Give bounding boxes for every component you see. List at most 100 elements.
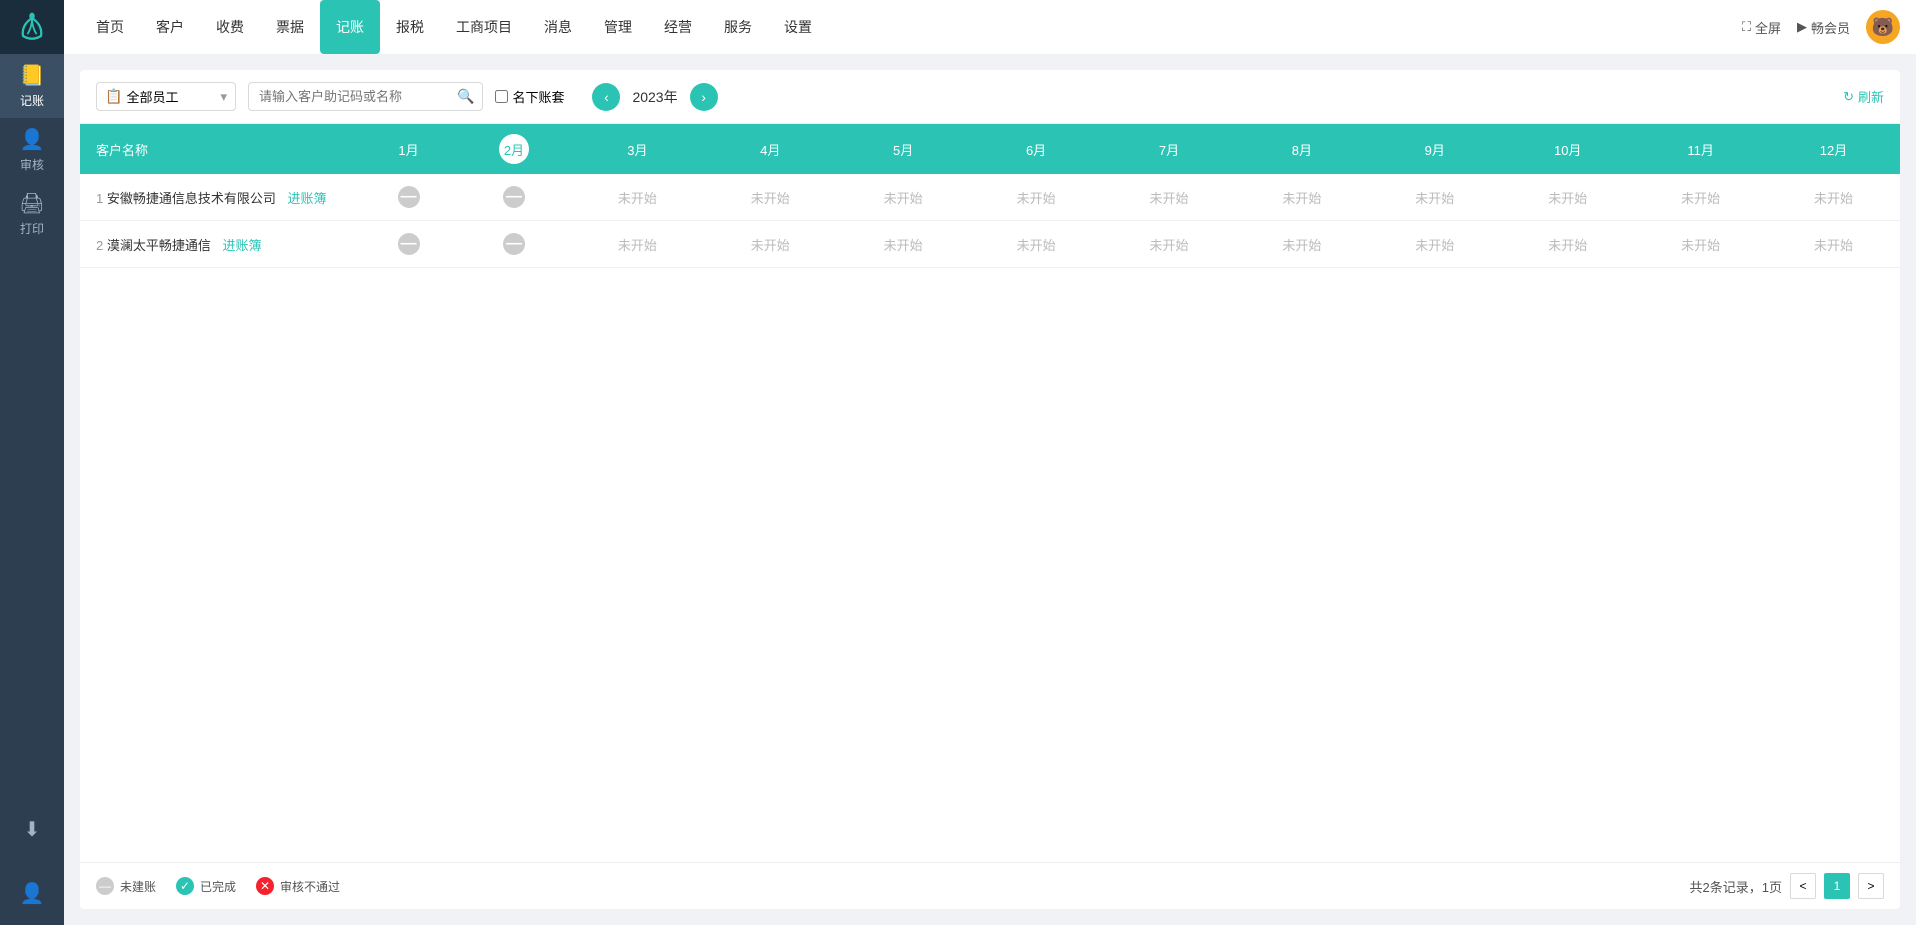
enter-ledger-link[interactable]: 进账簿 bbox=[223, 238, 262, 253]
month-cell-4: 未开始 bbox=[704, 221, 837, 268]
header-month-10: 10月 bbox=[1501, 124, 1634, 174]
year-nav: ‹ 2023年 › bbox=[592, 83, 717, 111]
month-cell-11: 未开始 bbox=[1634, 174, 1767, 221]
print-icon: 🖨 bbox=[19, 191, 44, 216]
employee-select[interactable]: 📋 全部员工 ▾ bbox=[96, 82, 236, 111]
completed-label: 已完成 bbox=[200, 878, 236, 895]
header-month-12: 12月 bbox=[1767, 124, 1900, 174]
header-customer: 客户名称 bbox=[80, 124, 360, 174]
sidebar-item-bookkeeping[interactable]: 📒 记账 bbox=[0, 54, 64, 118]
not-started-status: 未开始 bbox=[1548, 191, 1587, 206]
month-cell-9: 未开始 bbox=[1368, 174, 1501, 221]
prev-page-btn[interactable]: < bbox=[1790, 873, 1816, 899]
fullscreen-btn[interactable]: ⛶ 全屏 bbox=[1742, 18, 1781, 37]
avatar[interactable]: 🐻 bbox=[1866, 10, 1900, 44]
legend-not-built: — 未建账 bbox=[96, 877, 156, 895]
header-month-6: 6月 bbox=[970, 124, 1103, 174]
refresh-button[interactable]: ↻ 刷新 bbox=[1843, 87, 1884, 106]
header-month-8: 8月 bbox=[1235, 124, 1368, 174]
not-built-status: — bbox=[503, 233, 525, 255]
account-checkbox[interactable] bbox=[495, 90, 508, 103]
nav-bookkeeping[interactable]: 记账 bbox=[320, 0, 380, 54]
month-cell-4: 未开始 bbox=[704, 174, 837, 221]
download-icon: ⬇ bbox=[24, 817, 41, 842]
topnav-items: 首页 客户 收费 票据 记账 报税 工商项目 消息 管理 经营 服务 设置 bbox=[80, 0, 1742, 54]
bookkeeping-icon: 📒 bbox=[20, 63, 45, 88]
rejected-icon: ✕ bbox=[256, 877, 274, 895]
nav-collection[interactable]: 收费 bbox=[200, 0, 260, 54]
month-cell-3: 未开始 bbox=[571, 174, 704, 221]
month-cell-5: 未开始 bbox=[837, 221, 970, 268]
month-cell-12: 未开始 bbox=[1767, 221, 1900, 268]
account-checkbox-wrapper[interactable]: 名下账套 bbox=[495, 87, 564, 106]
legend-completed: ✓ 已完成 bbox=[176, 877, 236, 895]
table-header-row: 客户名称 1月 2月 3月 4月 5月 6月 7月 8月 9月 10月 11月 bbox=[80, 124, 1900, 174]
footer: — 未建账 ✓ 已完成 ✕ 审核不通过 共2条记录，1页 < 1 > bbox=[80, 862, 1900, 909]
table-row: 1 安徽畅捷通信息技术有限公司 进账簿——未开始未开始未开始未开始未开始未开始未… bbox=[80, 174, 1900, 221]
month-cell-6: 未开始 bbox=[970, 221, 1103, 268]
customer-name: 漠澜太平畅捷通信 bbox=[107, 238, 211, 253]
header-month-7: 7月 bbox=[1103, 124, 1236, 174]
customer-cell: 2 漠澜太平畅捷通信 进账簿 bbox=[80, 221, 360, 268]
not-started-status: 未开始 bbox=[751, 238, 790, 253]
audit-icon: 👤 bbox=[20, 127, 45, 152]
nav-operations[interactable]: 经营 bbox=[648, 0, 708, 54]
not-started-status: 未开始 bbox=[1149, 191, 1188, 206]
fullscreen-label: 全屏 bbox=[1755, 18, 1781, 37]
month-cell-10: 未开始 bbox=[1501, 221, 1634, 268]
nav-message[interactable]: 消息 bbox=[528, 0, 588, 54]
not-started-status: 未开始 bbox=[1814, 191, 1853, 206]
current-page: 1 bbox=[1824, 873, 1850, 899]
sidebar-item-audit[interactable]: 👤 审核 bbox=[0, 118, 64, 182]
sidebar-item-label: 打印 bbox=[20, 220, 44, 237]
sidebar-item-user[interactable]: 👤 bbox=[0, 861, 64, 925]
not-started-status: 未开始 bbox=[884, 191, 923, 206]
not-started-status: 未开始 bbox=[618, 191, 657, 206]
prev-year-btn[interactable]: ‹ bbox=[592, 83, 620, 111]
month-cell-3: 未开始 bbox=[571, 221, 704, 268]
legend-rejected: ✕ 审核不通过 bbox=[256, 877, 340, 895]
not-built-label: 未建账 bbox=[120, 878, 156, 895]
nav-service[interactable]: 服务 bbox=[708, 0, 768, 54]
month-cell-5: 未开始 bbox=[837, 174, 970, 221]
not-built-status: — bbox=[398, 186, 420, 208]
month-cell-11: 未开始 bbox=[1634, 221, 1767, 268]
chevron-down-icon: ▾ bbox=[220, 89, 227, 105]
nav-invoice[interactable]: 票据 bbox=[260, 0, 320, 54]
header-month-3: 3月 bbox=[571, 124, 704, 174]
search-button[interactable]: 🔍 bbox=[449, 83, 482, 110]
customer-num: 1 bbox=[96, 191, 103, 206]
nav-management[interactable]: 管理 bbox=[588, 0, 648, 54]
user-icon: 👤 bbox=[20, 881, 45, 906]
nav-business[interactable]: 工商项目 bbox=[440, 0, 528, 54]
not-started-status: 未开始 bbox=[1282, 191, 1321, 206]
not-started-status: 未开始 bbox=[1149, 238, 1188, 253]
next-page-btn[interactable]: > bbox=[1858, 873, 1884, 899]
nav-customer[interactable]: 客户 bbox=[140, 0, 200, 54]
employee-select-value: 全部员工 bbox=[126, 87, 178, 106]
sidebar-item-download[interactable]: ⬇ bbox=[0, 797, 64, 861]
member-btn[interactable]: ▶ 畅会员 bbox=[1797, 18, 1850, 37]
rejected-label: 审核不通过 bbox=[280, 878, 340, 895]
month-cell-8: 未开始 bbox=[1235, 221, 1368, 268]
sidebar-logo bbox=[0, 0, 64, 54]
enter-ledger-link[interactable]: 进账簿 bbox=[288, 191, 327, 206]
customer-cell: 1 安徽畅捷通信息技术有限公司 进账簿 bbox=[80, 174, 360, 221]
nav-home[interactable]: 首页 bbox=[80, 0, 140, 54]
sidebar-item-print[interactable]: 🖨 打印 bbox=[0, 182, 64, 246]
header-month-11: 11月 bbox=[1634, 124, 1767, 174]
header-month-1: 1月 bbox=[360, 124, 457, 174]
next-year-btn[interactable]: › bbox=[690, 83, 718, 111]
nav-settings[interactable]: 设置 bbox=[768, 0, 828, 54]
total-text: 共2条记录，1页 bbox=[1690, 877, 1782, 896]
employee-select-icon: 📋 bbox=[105, 88, 122, 105]
nav-tax[interactable]: 报税 bbox=[380, 0, 440, 54]
search-input[interactable] bbox=[249, 84, 449, 109]
sidebar-bottom: ⬇ 👤 bbox=[0, 797, 64, 925]
pagination: 共2条记录，1页 < 1 > bbox=[1690, 873, 1884, 899]
page-inner: 📋 全部员工 ▾ 🔍 名下账套 ‹ 2023年 › bbox=[80, 70, 1900, 909]
fullscreen-icon: ⛶ bbox=[1742, 19, 1751, 35]
sidebar-item-label: 审核 bbox=[20, 156, 44, 173]
not-started-status: 未开始 bbox=[884, 238, 923, 253]
month-cell-7: 未开始 bbox=[1103, 221, 1236, 268]
